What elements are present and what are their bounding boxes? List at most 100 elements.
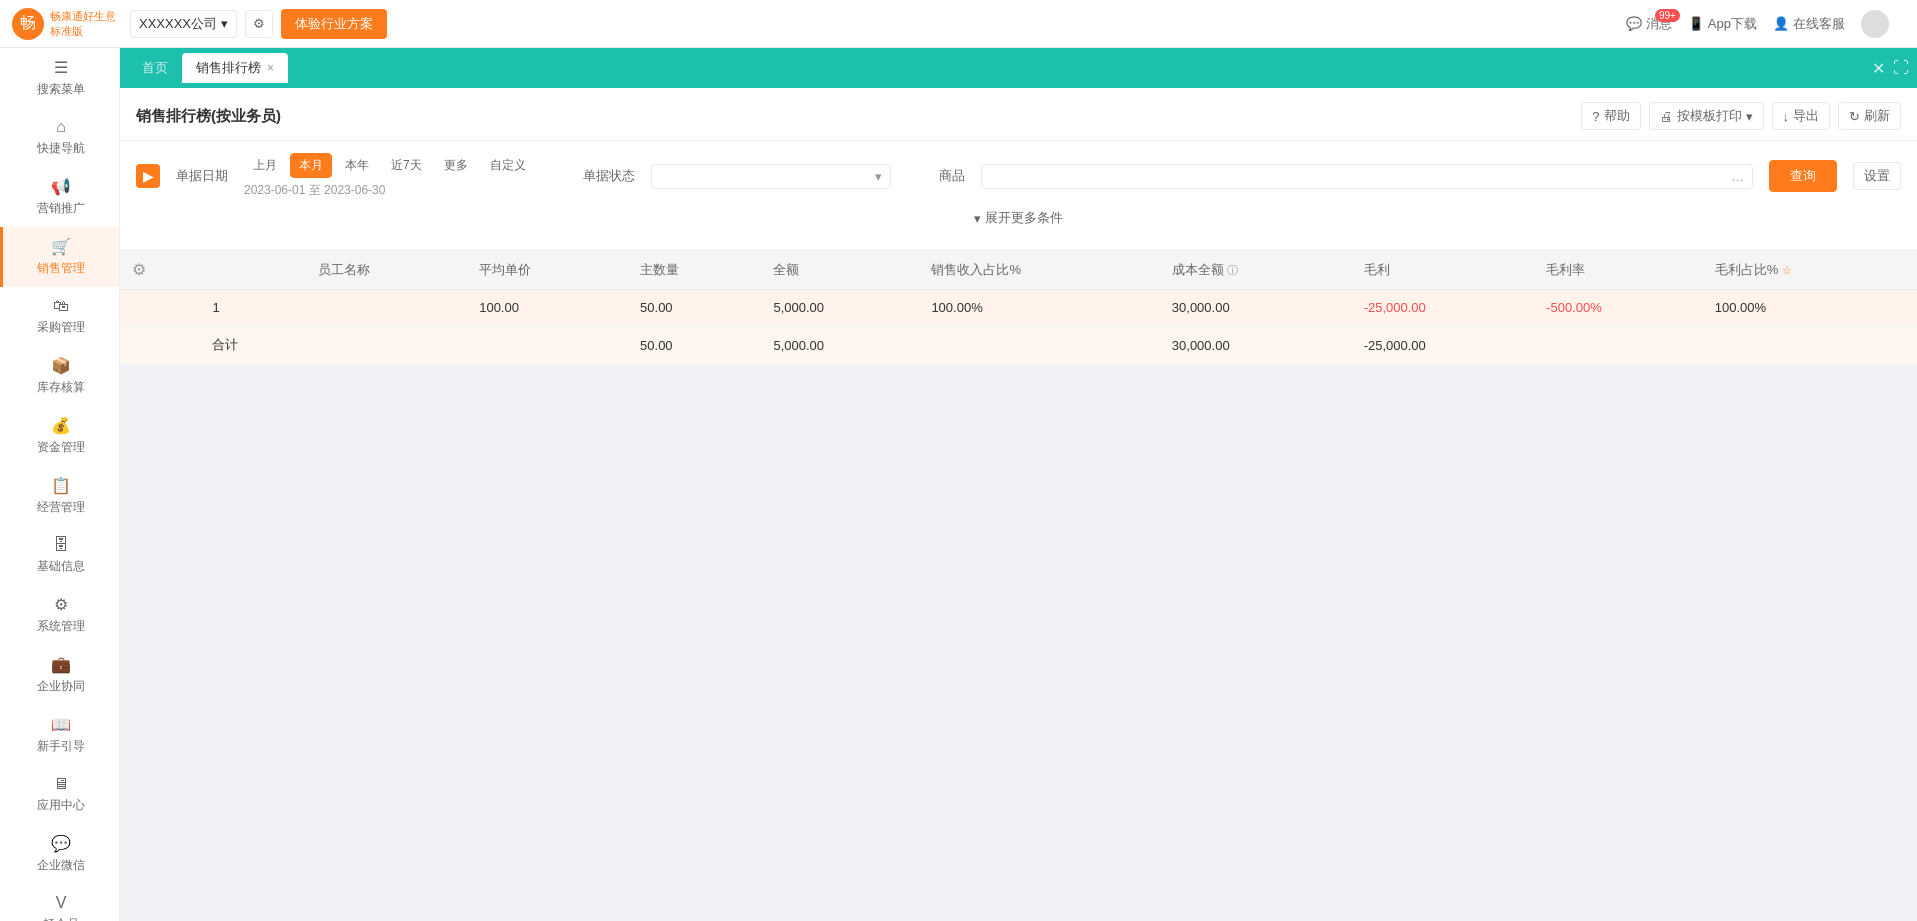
expand-more-button[interactable]: ▾ 展开更多条件: [974, 203, 1063, 233]
col-header-sales_pct: 销售收入占比%: [919, 250, 1159, 290]
date-filter-label: 单据日期: [176, 167, 228, 185]
tab-bar: 首页 销售排行榜 × ✕ ⛶: [120, 48, 1917, 88]
col-header-amount: 全额: [761, 250, 919, 290]
sidebar-item-label: 搜索菜单: [37, 81, 85, 98]
logo-area: 畅 畅康通好生意 标准版: [12, 8, 122, 40]
sidebar-item-label: 基础信息: [37, 558, 85, 575]
status-filter-label: 单据状态: [583, 167, 635, 185]
online-service-button[interactable]: 👤 在线客服: [1773, 15, 1845, 33]
tab-close-icon[interactable]: ×: [267, 61, 274, 75]
company-name: XXXXXX公司: [139, 15, 217, 33]
app-download-label: App下载: [1708, 15, 1757, 33]
sidebar-item-企业微信[interactable]: 💬 企业微信: [0, 824, 119, 884]
expand-icon: ▾: [974, 211, 981, 226]
cell-name: [306, 290, 467, 326]
online-service-label: 在线客服: [1793, 15, 1845, 33]
sidebar-item-label: 系统管理: [37, 618, 85, 635]
col-header-rank: [200, 250, 306, 290]
online-service-icon: 👤: [1773, 16, 1789, 31]
col-header-cost: 成本全额 ⓘ: [1160, 250, 1352, 290]
content-area: 首页 销售排行榜 × ✕ ⛶ 销售排行榜(按业务员): [120, 48, 1917, 921]
goods-more-icon: …: [1731, 169, 1744, 184]
footer-name: [306, 326, 467, 365]
date-btn-更多[interactable]: 更多: [435, 153, 477, 178]
sidebar-icon: 📋: [51, 476, 71, 495]
filter-row-1: ▶ 单据日期 上月本月本年近7天更多自定义 2023-06-01 至 2023-…: [136, 153, 1901, 199]
sidebar-item-销售管理[interactable]: 🛒 销售管理: [0, 227, 119, 287]
sidebar-icon: ☰: [54, 58, 68, 77]
sidebar-item-应用中心[interactable]: 🖥 应用中心: [0, 765, 119, 824]
settings-button[interactable]: 设置: [1853, 162, 1901, 190]
sidebar-item-label: 企业微信: [37, 857, 85, 874]
sidebar-item-畅会员[interactable]: V 畅会员: [0, 884, 119, 921]
status-select-arrow: ▾: [875, 169, 882, 184]
avatar[interactable]: [1861, 10, 1889, 38]
tab-home[interactable]: 首页: [128, 53, 182, 83]
goods-filter-label: 商品: [939, 167, 965, 185]
footer-settings: [120, 326, 200, 365]
template-print-button[interactable]: 🖨 按模板打印 ▾: [1649, 102, 1764, 130]
sidebar-item-label: 库存核算: [37, 379, 85, 396]
window-close-icon[interactable]: ✕: [1872, 59, 1885, 78]
footer-label: 合计: [200, 326, 306, 365]
goods-input[interactable]: …: [981, 164, 1753, 189]
date-btn-自定义[interactable]: 自定义: [481, 153, 535, 178]
sidebar-icon: ⌂: [56, 118, 66, 136]
col-header-settings: ⚙: [120, 250, 200, 290]
sidebar-item-label: 畅会员: [43, 916, 79, 921]
query-button[interactable]: 查询: [1769, 160, 1837, 192]
sidebar-item-label: 经营管理: [37, 499, 85, 516]
footer-gross: -25,000.00: [1352, 326, 1534, 365]
cell-avg_price: 100.00: [467, 290, 628, 326]
refresh-icon: ↻: [1849, 109, 1860, 124]
export-button[interactable]: ↓ 导出: [1772, 102, 1831, 130]
company-selector[interactable]: XXXXXX公司 ▾: [130, 10, 237, 38]
expand-row: ▾ 展开更多条件: [136, 199, 1901, 237]
topbar-settings-button[interactable]: ⚙: [245, 10, 273, 38]
cell-gross_rate: -500.00%: [1534, 290, 1703, 326]
date-btn-近7天[interactable]: 近7天: [382, 153, 431, 178]
filter-area: ▶ 单据日期 上月本月本年近7天更多自定义 2023-06-01 至 2023-…: [120, 141, 1917, 250]
sidebar-icon: 🛍: [53, 297, 69, 315]
sidebar-item-库存核算[interactable]: 📦 库存核算: [0, 346, 119, 406]
sidebar-item-经营管理[interactable]: 📋 经营管理: [0, 466, 119, 526]
col-header-gross: 毛利: [1352, 250, 1534, 290]
expand-label: 展开更多条件: [985, 209, 1063, 227]
sidebar-item-营销推广[interactable]: 📢 营销推广: [0, 167, 119, 227]
date-btn-上月[interactable]: 上月: [244, 153, 286, 178]
col-header-gross_rate: 毛利率: [1534, 250, 1703, 290]
status-select[interactable]: ▾: [651, 164, 891, 189]
sidebar-item-企业协同[interactable]: 💼 企业协同: [0, 645, 119, 705]
sidebar-item-采购管理[interactable]: 🛍 采购管理: [0, 287, 119, 346]
cell-cost: 30,000.00: [1160, 290, 1352, 326]
sidebar-item-基础信息[interactable]: 🗄 基础信息: [0, 526, 119, 585]
tab-sales-ranking[interactable]: 销售排行榜 ×: [182, 53, 288, 83]
tab-sales-ranking-label: 销售排行榜: [196, 59, 261, 77]
date-btn-本月[interactable]: 本月: [290, 153, 332, 178]
message-button[interactable]: 💬 消息 99+: [1626, 15, 1672, 33]
sidebar-item-快捷导航[interactable]: ⌂ 快捷导航: [0, 108, 119, 167]
window-expand-icon[interactable]: ⛶: [1893, 59, 1909, 77]
sidebar-item-label: 营销推广: [37, 200, 85, 217]
toggle-arrow-button[interactable]: ▶: [136, 164, 160, 188]
sidebar-item-搜索菜单[interactable]: ☰ 搜索菜单: [0, 48, 119, 108]
refresh-button[interactable]: ↻ 刷新: [1838, 102, 1901, 130]
table-footer-row: 合计 50.00 5,000.00 30,000.00 -25,000.00: [120, 326, 1917, 365]
sidebar-icon: 📖: [51, 715, 71, 734]
app-download-button[interactable]: 📱 App下载: [1688, 15, 1757, 33]
sidebar-item-新手引导[interactable]: 📖 新手引导: [0, 705, 119, 765]
date-btn-本年[interactable]: 本年: [336, 153, 378, 178]
cost-help-icon: ⓘ: [1227, 264, 1238, 276]
cell-settings: [120, 290, 200, 326]
footer-avg: [467, 326, 628, 365]
cell-amount: 5,000.00: [761, 290, 919, 326]
sidebar-item-资金管理[interactable]: 💰 资金管理: [0, 406, 119, 466]
sidebar-item-系统管理[interactable]: ⚙ 系统管理: [0, 585, 119, 645]
footer-sales-pct: [919, 326, 1159, 365]
help-button[interactable]: ? 帮助: [1581, 102, 1640, 130]
trial-button[interactable]: 体验行业方案: [281, 9, 387, 39]
cell-gross: -25,000.00: [1352, 290, 1534, 326]
sidebar-icon: ⚙: [54, 595, 68, 614]
tab-home-label: 首页: [142, 59, 168, 77]
cell-sales_pct: 100.00%: [919, 290, 1159, 326]
